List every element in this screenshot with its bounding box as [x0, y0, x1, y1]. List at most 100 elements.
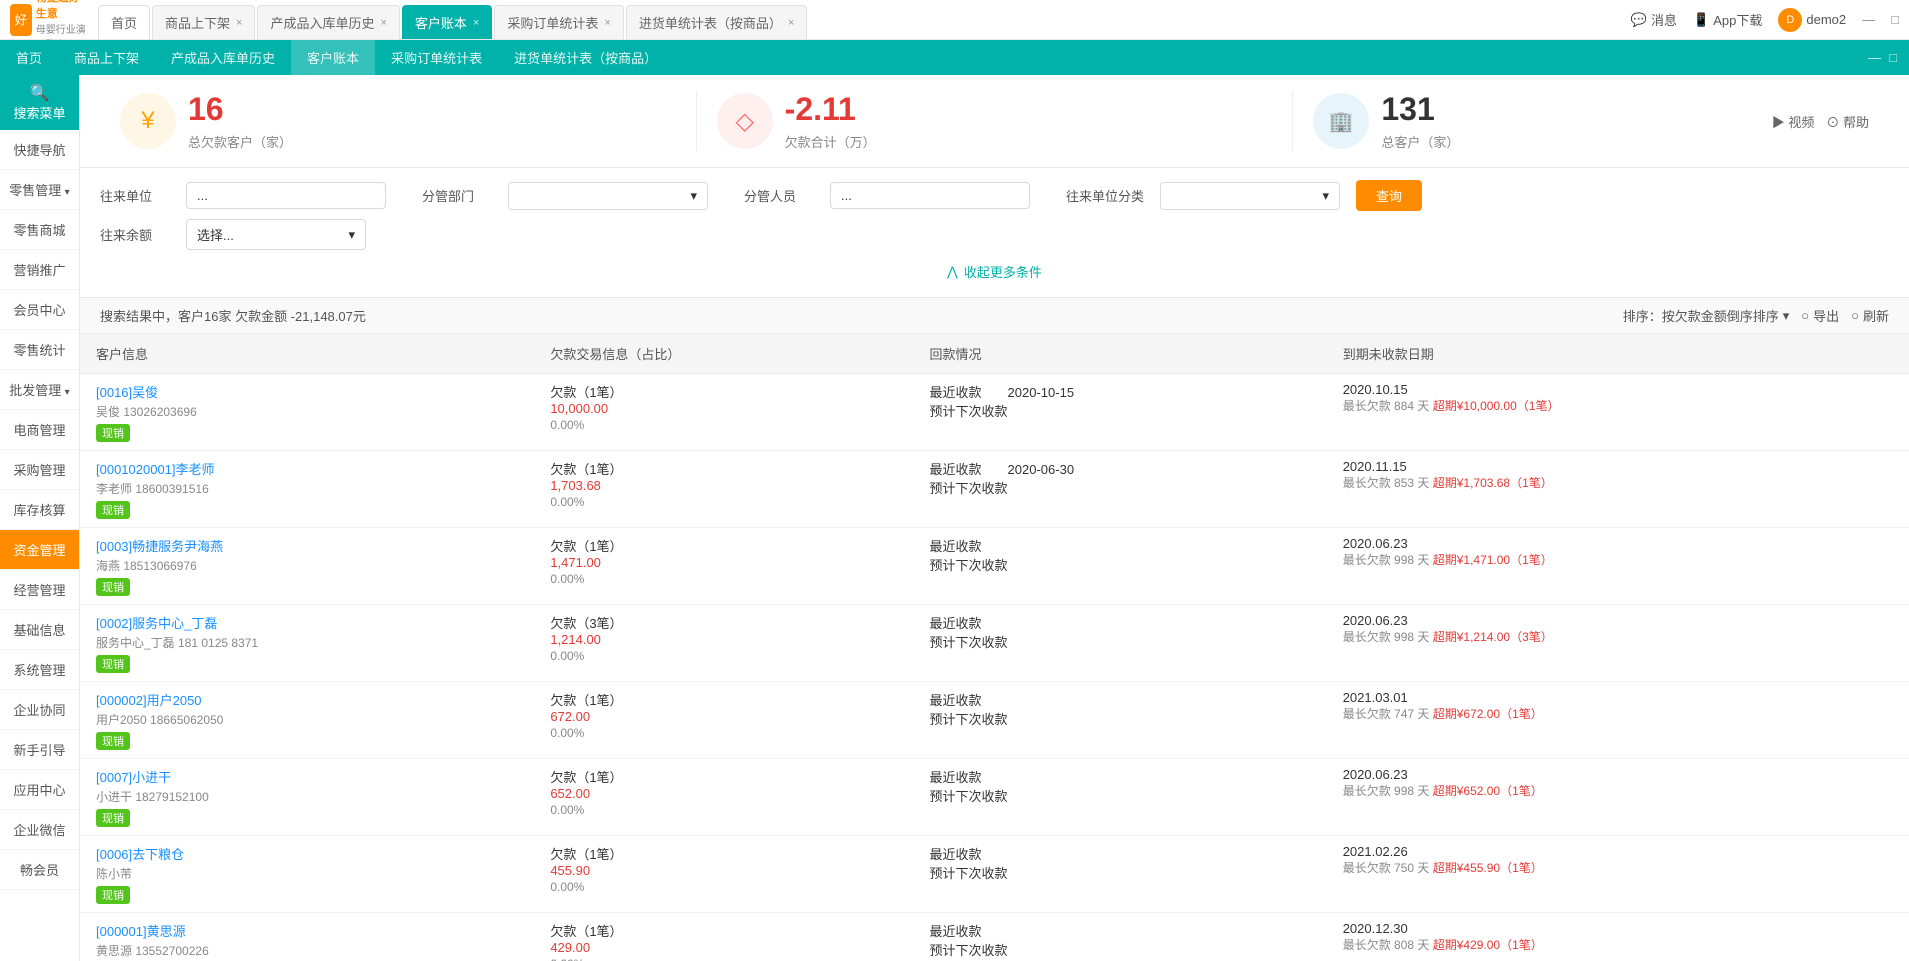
sidebar-item-inventory[interactable]: 库存核算: [0, 490, 79, 530]
overdue-amount[interactable]: 超期¥652.00（1笔）: [1433, 784, 1543, 798]
customer-name-link[interactable]: [0001020001]李老师: [96, 459, 518, 478]
sidebar-item-batch-mgmt[interactable]: 批发管理 ▾: [0, 370, 79, 410]
main-content: ¥ 16 总欠款客户（家） ◇ -2.11 欠款合计（万） 🏢: [80, 75, 1909, 961]
dept-input[interactable]: ▾: [508, 182, 708, 210]
tab-customer-account[interactable]: 客户账本 ×: [402, 5, 492, 39]
customer-name-link[interactable]: [0007]小进干: [96, 767, 518, 786]
message-btn[interactable]: 💬 消息: [1631, 10, 1677, 29]
sidebar-search[interactable]: 🔍 搜索菜单: [0, 75, 79, 130]
tab-home[interactable]: 首页: [98, 5, 150, 39]
customer-sub: 海燕 18513066976: [96, 557, 518, 574]
unit-type-input[interactable]: ▾: [1160, 182, 1340, 210]
customer-name-link[interactable]: [0003]畅捷服务尹海燕: [96, 536, 518, 555]
customer-sub: 小进干 18279152100: [96, 788, 518, 805]
sidebar-item-retail-stats[interactable]: 零售统计: [0, 330, 79, 370]
person-input[interactable]: ...: [830, 182, 1030, 209]
tab-close-inbound-stats[interactable]: ×: [788, 17, 794, 29]
debt-amount: 672.00: [550, 709, 897, 724]
chevron-down-icon-balance: ▾: [348, 227, 355, 243]
customer-name-link[interactable]: [0006]去下粮仓: [96, 844, 518, 863]
tab-purchase-order[interactable]: 采购订单统计表 ×: [494, 5, 623, 39]
nav-customer-account[interactable]: 客户账本: [291, 40, 375, 75]
logo-icon: 好: [10, 4, 32, 36]
sidebar-item-finance[interactable]: 资金管理: [0, 530, 79, 570]
result-summary: 搜索结果中，客户16家 欠款金额 -21,148.07元: [100, 306, 366, 325]
sort-select[interactable]: 排序：按欠款金额倒序排序 ▾: [1623, 306, 1790, 325]
tab-close-customer-account[interactable]: ×: [473, 17, 479, 29]
nav-home[interactable]: 首页: [0, 40, 58, 75]
next-collect: 预计下次收款: [930, 709, 1311, 728]
sidebar-item-marketing[interactable]: 营销推广: [0, 250, 79, 290]
sidebar-item-purchase[interactable]: 采购管理: [0, 450, 79, 490]
tab-close-purchase-order[interactable]: ×: [604, 17, 610, 29]
overdue-amount[interactable]: 超期¥455.90（1笔）: [1433, 861, 1543, 875]
overdue-amount[interactable]: 超期¥1,703.68（1笔）: [1433, 476, 1553, 490]
sidebar-item-vip-member[interactable]: 畅会员: [0, 850, 79, 890]
due-date: 2020.06.23: [1343, 613, 1893, 628]
customer-name-link[interactable]: [000002]用户2050: [96, 690, 518, 709]
stat-total-customers: 🏢 131 总客户（家） ▶ 视频 ⊙ 帮助: [1293, 91, 1889, 151]
nav-product-history[interactable]: 产成品入库单历史: [155, 40, 291, 75]
help-btn[interactable]: ⊙ 帮助: [1826, 112, 1869, 131]
search-button[interactable]: 查询: [1356, 180, 1422, 211]
export-btn[interactable]: ○ 导出: [1801, 306, 1839, 325]
refresh-btn[interactable]: ○ 刷新: [1851, 306, 1889, 325]
source-unit-input[interactable]: ...: [186, 182, 386, 209]
tab-close-product-history[interactable]: ×: [380, 17, 386, 29]
app-download-btn[interactable]: 📱 App下载: [1693, 10, 1762, 29]
sidebar-item-retail-store[interactable]: 零售商城: [0, 210, 79, 250]
sidebar-item-member[interactable]: 会员中心: [0, 290, 79, 330]
overdue-days: 最长欠款 884 天 超期¥10,000.00（1笔）: [1343, 397, 1893, 414]
overdue-amount[interactable]: 超期¥429.00（1笔）: [1433, 938, 1543, 952]
sidebar-item-enterprise-wechat[interactable]: 企业微信: [0, 810, 79, 850]
last-collect: 最近收款: [930, 536, 1311, 555]
balance-select[interactable]: 选择... ▾: [186, 219, 366, 250]
tab-inbound-stats[interactable]: 进货单统计表（按商品） ×: [626, 5, 807, 39]
nav-inbound-stats[interactable]: 进货单统计表（按商品）: [498, 40, 673, 75]
last-collect: 最近收款 2020-10-15: [930, 382, 1311, 401]
overdue-amount[interactable]: 超期¥672.00（1笔）: [1433, 707, 1543, 721]
sidebar-item-retail-mgmt[interactable]: 零售管理 ▾: [0, 170, 79, 210]
overdue-amount[interactable]: 超期¥1,214.00（3笔）: [1433, 630, 1553, 644]
customer-name-link[interactable]: [0016]吴俊: [96, 382, 518, 401]
sidebar-item-system[interactable]: 系统管理: [0, 650, 79, 690]
debt-count: 欠款（1笔）: [550, 382, 897, 401]
sidebar-item-quick-nav[interactable]: 快捷导航: [0, 130, 79, 170]
nav-purchase-order[interactable]: 采购订单统计表: [375, 40, 498, 75]
tab-product-history[interactable]: 产成品入库单历史 ×: [257, 5, 399, 39]
overdue-days: 最长欠款 808 天 超期¥429.00（1笔）: [1343, 936, 1893, 953]
nav-product-offline[interactable]: 商品上下架: [58, 40, 155, 75]
help-icon: ⊙: [1826, 115, 1839, 130]
filter-area: 往来单位 ... 分管部门 ▾ 分管人员 ... 往来单位分类: [80, 168, 1909, 298]
overdue-amount[interactable]: 超期¥1,471.00（1笔）: [1433, 553, 1553, 567]
nav-maximize-icon: □: [1889, 50, 1897, 65]
sidebar-item-operations[interactable]: 经营管理: [0, 570, 79, 610]
app-download-icon: 📱: [1693, 12, 1709, 28]
stat-top-actions: ▶ 视频 ⊙ 帮助: [1772, 112, 1869, 131]
customer-name-link[interactable]: [000001]黄思源: [96, 921, 518, 940]
sidebar-item-enterprise-coop[interactable]: 企业协同: [0, 690, 79, 730]
overdue-days: 最长欠款 998 天 超期¥1,471.00（1笔）: [1343, 551, 1893, 568]
customer-sub: 服务中心_丁磊 181 0125 8371: [96, 634, 518, 651]
minimize-btn[interactable]: —: [1862, 12, 1875, 27]
maximize-btn[interactable]: □: [1891, 12, 1899, 27]
debt-customers-label: 总欠款客户（家）: [188, 132, 292, 151]
sidebar-item-ecommerce[interactable]: 电商管理: [0, 410, 79, 450]
collapse-btn[interactable]: ⋀ 收起更多条件: [100, 258, 1889, 285]
export-icon: ○: [1801, 308, 1809, 323]
customer-tag: 现销: [96, 886, 130, 904]
tab-close-product-offline[interactable]: ×: [236, 17, 242, 29]
overdue-amount[interactable]: 超期¥10,000.00（1笔）: [1433, 399, 1560, 413]
sidebar-item-new-guide[interactable]: 新手引导: [0, 730, 79, 770]
customer-name-link[interactable]: [0002]服务中心_丁磊: [96, 613, 518, 632]
nav-close-btn[interactable]: — □: [1856, 40, 1909, 75]
sidebar-item-basic-info[interactable]: 基础信息: [0, 610, 79, 650]
user-avatar[interactable]: D demo2: [1778, 8, 1846, 32]
filter-row-1: 往来单位 ... 分管部门 ▾ 分管人员 ... 往来单位分类: [100, 180, 1889, 211]
overdue-days: 最长欠款 998 天 超期¥652.00（1笔）: [1343, 782, 1893, 799]
video-btn[interactable]: ▶ 视频: [1772, 112, 1815, 131]
tab-product-offline[interactable]: 商品上下架 ×: [152, 5, 255, 39]
sidebar-item-app-center[interactable]: 应用中心: [0, 770, 79, 810]
collapse-icon: ⋀: [947, 264, 958, 280]
last-collect: 最近收款: [930, 767, 1311, 786]
